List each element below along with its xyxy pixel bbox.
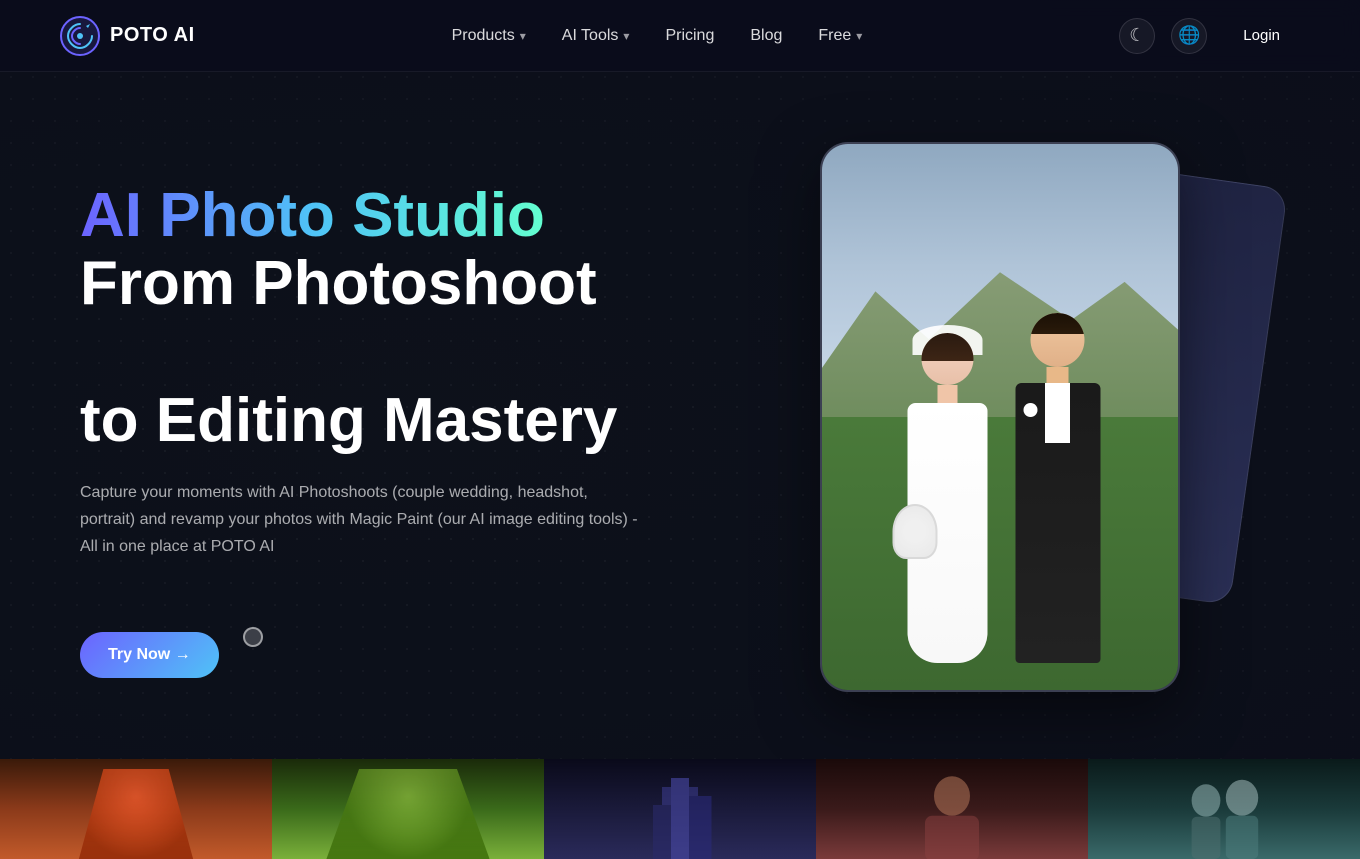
brand-name: POTO AI: [110, 24, 195, 47]
chevron-down-icon: ▾: [623, 29, 629, 43]
portrait-silhouette-2: [1102, 769, 1347, 859]
strip-item-2: [272, 759, 544, 859]
strip-figure-2: [326, 769, 489, 859]
nav-menu: Products ▾ AI Tools ▾ Pricing Blog Free …: [438, 19, 877, 53]
nav-label-pricing: Pricing: [665, 27, 714, 45]
login-button[interactable]: Login: [1223, 19, 1300, 52]
bride-hair: [922, 333, 974, 362]
nav-item-free[interactable]: Free ▾: [804, 19, 876, 53]
logo-icon: [60, 16, 100, 56]
nav-item-products[interactable]: Products ▾: [438, 19, 540, 53]
hero-content: AI Photo Studio From Photoshoot to Editi…: [80, 152, 760, 678]
bottom-image-strip: [0, 759, 1360, 859]
strip-figure-1: [54, 769, 217, 859]
strip-item-1: [0, 759, 272, 859]
language-button[interactable]: 🌐: [1171, 18, 1207, 54]
brand-logo[interactable]: POTO AI: [60, 16, 195, 56]
hero-title-line3: to Editing Mastery: [80, 387, 760, 455]
nav-item-ai-tools[interactable]: AI Tools ▾: [548, 19, 644, 53]
nav-label-free: Free: [818, 27, 851, 45]
nav-item-blog[interactable]: Blog: [736, 19, 796, 53]
bride-neck: [938, 385, 958, 403]
nav-item-pricing[interactable]: Pricing: [651, 19, 728, 53]
groom-figure: [998, 313, 1118, 663]
nav-actions: ☾ 🌐 Login: [1119, 18, 1300, 54]
try-now-button[interactable]: Try Now →: [80, 632, 219, 678]
hero-title: AI Photo Studio From Photoshoot to Editi…: [80, 182, 760, 455]
nav-label-ai-tools: AI Tools: [562, 27, 619, 45]
wedding-photo: [822, 144, 1178, 690]
bride-figure: [883, 333, 1013, 663]
groom-body: [1015, 383, 1100, 663]
phone-frame-front: [820, 142, 1180, 692]
nav-label-products: Products: [452, 27, 515, 45]
groom-neck: [1047, 367, 1069, 383]
groom-boutonniere: [1023, 403, 1037, 417]
hero-image-area: [760, 132, 1280, 732]
portrait-silhouette-1: [857, 769, 1047, 859]
strip-item-5: [1088, 759, 1360, 859]
moon-icon: ☾: [1129, 25, 1145, 46]
bride-body: [908, 403, 988, 663]
chevron-down-icon: ▾: [856, 29, 862, 43]
strip-item-3: [544, 759, 816, 859]
hero-section: AI Photo Studio From Photoshoot to Editi…: [0, 72, 1360, 759]
strip-item-4: [816, 759, 1088, 859]
globe-icon: 🌐: [1178, 25, 1200, 46]
groom-head: [1031, 313, 1085, 367]
chevron-down-icon: ▾: [520, 29, 526, 43]
groom-shirt: [1045, 383, 1070, 443]
loading-indicator: [243, 627, 263, 647]
couple-figures: [867, 253, 1134, 663]
hero-title-line2: From Photoshoot: [80, 250, 760, 318]
groom-hair: [1031, 313, 1085, 335]
navbar: POTO AI Products ▾ AI Tools ▾ Pricing Bl…: [0, 0, 1360, 72]
hero-title-gradient: AI Photo Studio: [80, 181, 545, 250]
bride-head: [922, 333, 974, 385]
theme-toggle-button[interactable]: ☾: [1119, 18, 1155, 54]
hero-subtitle: Capture your moments with AI Photoshoots…: [80, 479, 640, 561]
nav-label-blog: Blog: [750, 27, 782, 45]
bride-bouquet: [893, 504, 938, 559]
building-silhouette: [571, 769, 789, 859]
